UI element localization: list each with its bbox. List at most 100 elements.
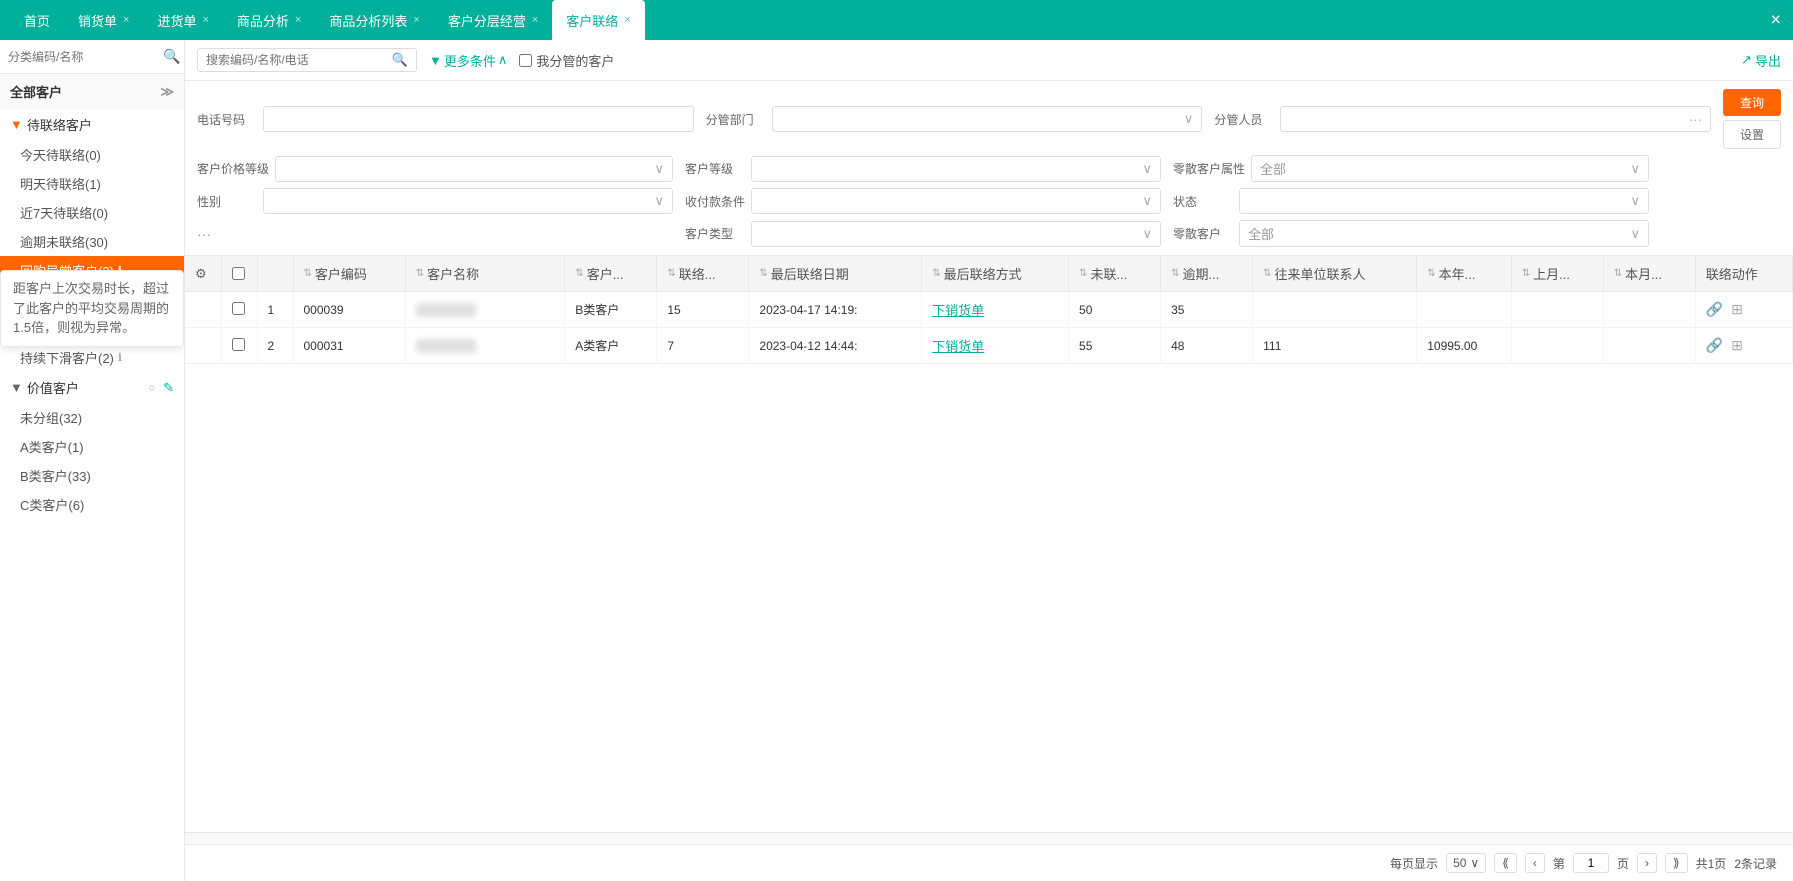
filter-row-2: 客户价格等级 ∨ 客户等级 ∨ 零散客户属性 全部 ∨ — [197, 155, 1781, 182]
sidebar-item-unclassified[interactable]: 未分组(32) — [0, 403, 184, 432]
page-last-button[interactable]: ⟫ — [1665, 853, 1688, 873]
sort-icon-code[interactable]: ⇅ — [304, 268, 312, 279]
page-first-button[interactable]: ⟪ — [1494, 853, 1517, 873]
customer-type-select[interactable]: ∨ — [751, 221, 1161, 247]
sort-icon-contact[interactable]: ⇅ — [667, 268, 675, 279]
nav-product-analysis-list[interactable]: 商品分析列表 × — [315, 0, 433, 40]
page-size-select[interactable]: 50 ∨ — [1446, 853, 1486, 873]
sidebar-item-declining[interactable]: 持续下滑客户(2) ℹ — [0, 343, 184, 372]
pending-group-title[interactable]: ▼ 待联络客户 — [0, 109, 184, 140]
filter-status: 状态 ∨ — [1173, 188, 1649, 214]
settings-button[interactable]: 设置 — [1723, 120, 1781, 149]
th-contact: ⇅ 联络... — [657, 256, 749, 292]
payment-select[interactable]: ∨ — [751, 188, 1161, 214]
horizontal-scrollbar[interactable] — [185, 832, 1793, 844]
th-name: ⇅ 客户名称 — [405, 256, 565, 292]
customer-level-select[interactable]: ∨ — [751, 156, 1161, 182]
sort-icon-last-method[interactable]: ⇅ — [932, 268, 940, 279]
table-row: 2 000031 A类客户 7 2023-04-12 14:44: 下销货单 5… — [185, 328, 1793, 364]
export-button[interactable]: ↗ 导出 — [1741, 51, 1781, 70]
nav-product-analysis[interactable]: 商品分析 × — [223, 0, 315, 40]
sidebar-item-7day-pending[interactable]: 近7天待联络(0) — [0, 198, 184, 227]
action-grid-icon-1[interactable]: ⊞ — [1731, 301, 1743, 318]
page-prev-button[interactable]: ‹ — [1525, 853, 1545, 873]
retail-attr-select[interactable]: 全部 ∨ — [1251, 155, 1649, 182]
select-all-checkbox[interactable] — [232, 267, 245, 280]
sidebar-item-overdue-pending[interactable]: 逾期未联络(30) — [0, 227, 184, 256]
status-select[interactable]: ∨ — [1239, 188, 1649, 214]
sort-icon-pending[interactable]: ⇅ — [1079, 268, 1087, 279]
my-customers-checkbox[interactable] — [519, 54, 532, 67]
action-grid-icon-2[interactable]: ⊞ — [1731, 337, 1743, 354]
close-purchase-order-icon[interactable]: × — [202, 14, 208, 26]
more-conditions-button[interactable]: ▼ 更多条件 ∧ — [429, 51, 507, 70]
table-row: 1 000039 B类客户 15 2023-04-17 14:19: 下销货单 … — [185, 292, 1793, 328]
row-checkbox-1[interactable] — [232, 302, 245, 315]
sidebar-item-tomorrow-pending[interactable]: 明天待联络(1) — [0, 169, 184, 198]
search-button-icon[interactable]: 🔍 — [392, 52, 408, 68]
sort-icon-name[interactable]: ⇅ — [416, 268, 424, 279]
close-product-analysis-list-icon[interactable]: × — [413, 14, 419, 26]
price-level-select[interactable]: ∨ — [275, 156, 673, 182]
page-number-input[interactable] — [1573, 853, 1609, 873]
dept-select[interactable]: ∨ — [772, 106, 1203, 132]
status-arrow-icon: ∨ — [1630, 193, 1640, 209]
collapse-sidebar-icon[interactable]: ≫ — [160, 84, 174, 100]
sort-icon-last-month[interactable]: ⇅ — [1522, 268, 1530, 279]
retail-customer-select[interactable]: 全部 ∨ — [1239, 220, 1649, 247]
filter-row-1: 电话号码 分管部门 ∨ 分管人员 ··· 查询 设置 — [197, 89, 1781, 149]
value-group-header[interactable]: ▼ 价值客户 ○ ✎ — [0, 372, 184, 403]
sort-icon-unit-contact[interactable]: ⇅ — [1263, 268, 1271, 279]
manager-select[interactable]: ··· — [1280, 106, 1711, 132]
action-link-icon-2[interactable]: 🔗 — [1706, 337, 1723, 354]
th-pending: ⇅ 未联... — [1069, 256, 1161, 292]
dept-arrow-icon: ∨ — [1184, 111, 1194, 127]
td-contact-1: 15 — [657, 292, 749, 328]
filter-payment: 收付款条件 ∨ — [685, 188, 1161, 214]
nav-home[interactable]: 首页 — [10, 0, 64, 40]
last-method-link-2[interactable]: 下销货单 — [932, 339, 984, 354]
sort-icon-this-year[interactable]: ⇅ — [1427, 268, 1435, 279]
sort-icon-last-date[interactable]: ⇅ — [759, 268, 767, 279]
top-navigation: 首页 销货单 × 进货单 × 商品分析 × 商品分析列表 × 客户分层经营 × … — [0, 0, 1793, 40]
sidebar-search-input[interactable] — [8, 50, 163, 64]
nav-purchase-order[interactable]: 进货单 × — [143, 0, 222, 40]
row-checkbox-2[interactable] — [232, 338, 245, 351]
page-size-arrow-icon: ∨ — [1470, 856, 1479, 870]
close-product-analysis-icon[interactable]: × — [295, 14, 301, 26]
th-last-contact-date: ⇅ 最后联络日期 — [749, 256, 922, 292]
th-unit-contact: ⇅ 往来单位联系人 — [1253, 256, 1417, 292]
th-code: ⇅ 客户编码 — [293, 256, 405, 292]
close-customer-tier-icon[interactable]: × — [532, 14, 538, 26]
column-settings-icon[interactable]: ⚙ — [195, 266, 207, 282]
gender-select[interactable]: ∨ — [263, 188, 673, 214]
edit-value-group-icon[interactable]: ✎ — [163, 380, 174, 396]
query-button[interactable]: 查询 — [1723, 89, 1781, 116]
nav-customer-contact[interactable]: 客户联络 × — [552, 0, 644, 40]
sidebar-item-b-class[interactable]: B类客户(33) — [0, 461, 184, 490]
filter-row-4: ··· 客户类型 ∨ 零散客户 全部 ∨ — [197, 220, 1781, 247]
sort-icon-overdue[interactable]: ⇅ — [1171, 268, 1179, 279]
phone-input[interactable] — [263, 106, 694, 132]
sort-icon-this-month[interactable]: ⇅ — [1614, 268, 1622, 279]
search-input[interactable] — [206, 53, 392, 67]
sidebar-item-a-class[interactable]: A类客户(1) — [0, 432, 184, 461]
sort-icon-type[interactable]: ⇅ — [575, 268, 583, 279]
close-customer-contact-icon[interactable]: × — [624, 14, 630, 26]
td-settings-1 — [185, 292, 221, 328]
retail-attr-arrow-icon: ∨ — [1630, 161, 1640, 177]
close-sales-order-icon[interactable]: × — [123, 14, 129, 26]
info-icon-declining: ℹ — [118, 351, 122, 364]
sidebar-item-c-class[interactable]: C类客户(6) — [0, 490, 184, 519]
window-close-button[interactable]: × — [1770, 10, 1781, 31]
all-customers-header[interactable]: 全部客户 ≫ — [0, 74, 184, 109]
th-action: 联络动作 — [1695, 256, 1792, 292]
td-last-date-1: 2023-04-17 14:19: — [749, 292, 922, 328]
nav-sales-order[interactable]: 销货单 × — [64, 0, 143, 40]
page-next-button[interactable]: › — [1637, 853, 1657, 873]
last-method-link-1[interactable]: 下销货单 — [932, 303, 984, 318]
action-link-icon-1[interactable]: 🔗 — [1706, 301, 1723, 318]
nav-customer-tier[interactable]: 客户分层经营 × — [434, 0, 552, 40]
sidebar-item-today-pending[interactable]: 今天待联络(0) — [0, 140, 184, 169]
sidebar-search-icon[interactable]: 🔍 — [163, 48, 180, 65]
